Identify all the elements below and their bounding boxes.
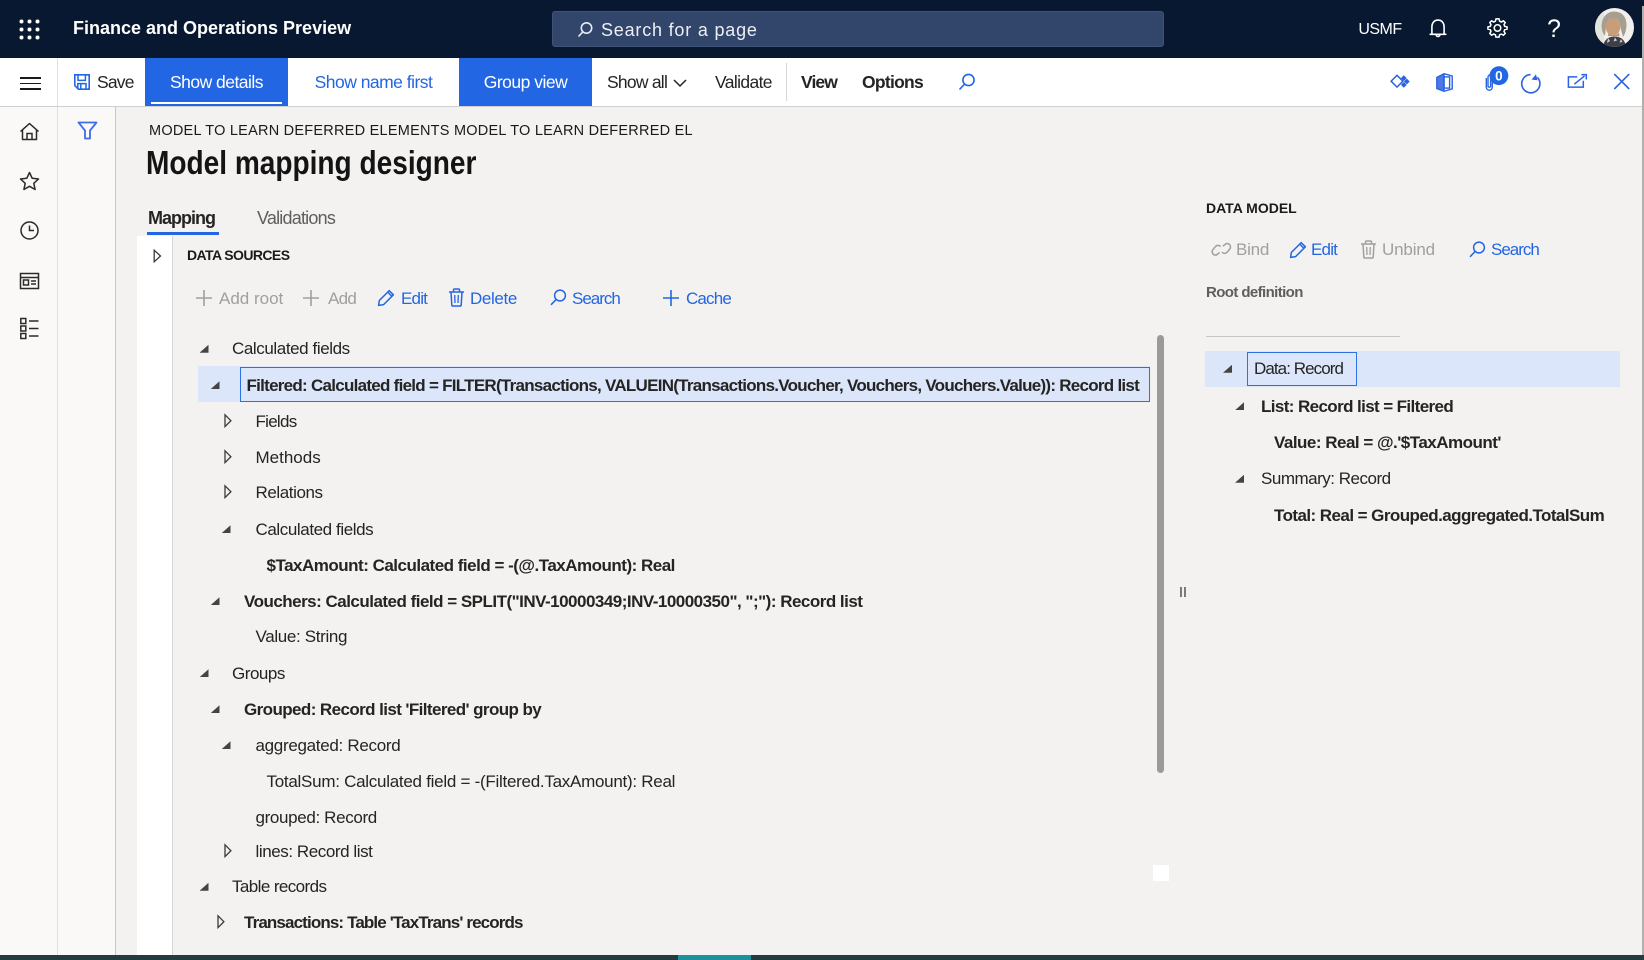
svg-text:0: 0: [1495, 69, 1503, 84]
